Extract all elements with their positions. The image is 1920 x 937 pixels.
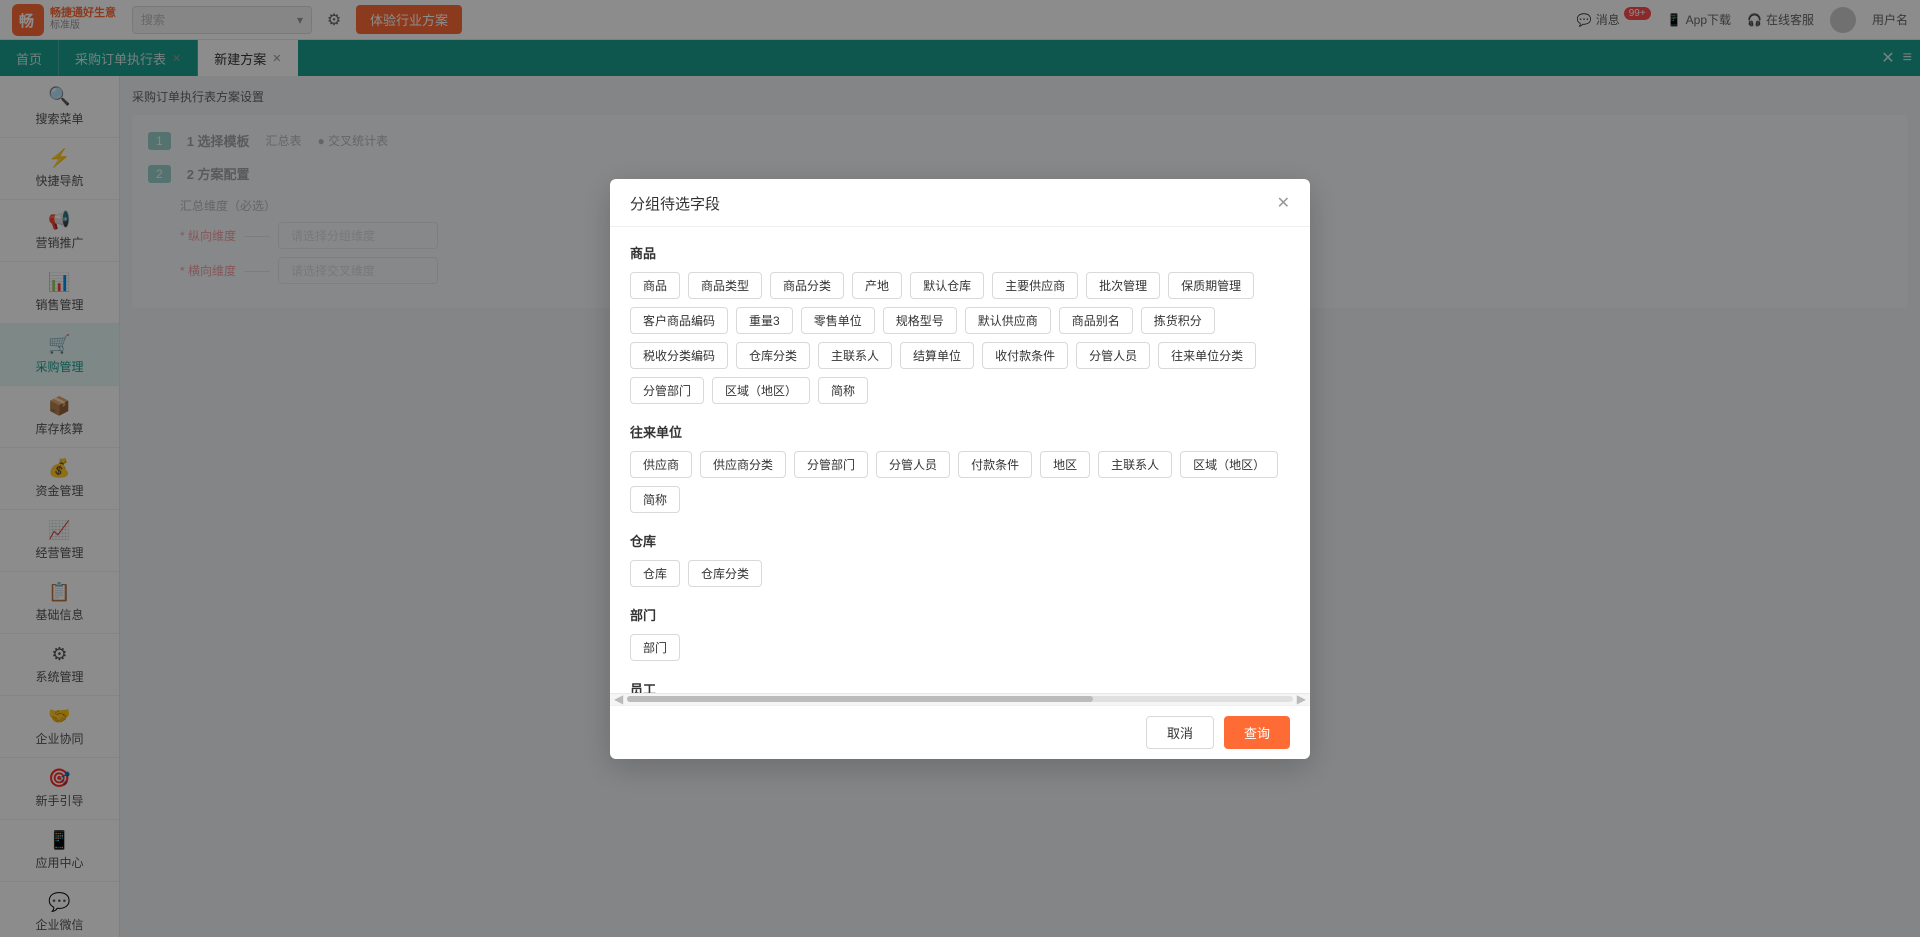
section-partner-title: 往来单位 [630, 422, 1290, 441]
main-layout: 🔍 搜索菜单 ⚡ 快捷导航 📢 营销推广 📊 销售管理 🛒 采购管理 📦 库存核… [0, 76, 1920, 937]
section-employee: 员工 业务员 [630, 679, 1290, 693]
field-tag-retail-unit[interactable]: 零售单位 [801, 307, 875, 334]
modal-horizontal-scrollbar[interactable]: ◀ ▶ [610, 693, 1310, 705]
field-tag-batch-mgmt[interactable]: 批次管理 [1086, 272, 1160, 299]
section-department-title: 部门 [630, 605, 1290, 624]
field-tag-short-name2[interactable]: 简称 [630, 486, 680, 513]
section-goods: 商品 商品 商品类型 商品分类 产地 默认仓库 主要供应商 批次管理 保质期管理… [630, 243, 1290, 404]
section-department-tags: 部门 [630, 634, 1290, 661]
field-tag-payment-cond[interactable]: 付款条件 [958, 451, 1032, 478]
section-goods-tags: 商品 商品类型 商品分类 产地 默认仓库 主要供应商 批次管理 保质期管理 客户… [630, 272, 1290, 404]
field-tag-default-supplier[interactable]: 默认供应商 [965, 307, 1051, 334]
field-tag-goods-type[interactable]: 商品类型 [688, 272, 762, 299]
field-tag-spec-model[interactable]: 规格型号 [883, 307, 957, 334]
modal-title: 分组待选字段 [630, 193, 720, 214]
confirm-button[interactable]: 查询 [1224, 716, 1290, 749]
field-tag-settlement-unit[interactable]: 结算单位 [900, 342, 974, 369]
field-tag-supplier[interactable]: 供应商 [630, 451, 692, 478]
close-icon: ✕ [1277, 195, 1290, 212]
field-tag-main-supplier[interactable]: 主要供应商 [992, 272, 1078, 299]
hscroll-thumb [627, 696, 1093, 702]
field-tag-region2[interactable]: 区域（地区） [1180, 451, 1278, 478]
field-tag-supervisor2[interactable]: 分管人员 [876, 451, 950, 478]
field-tag-region-goods[interactable]: 区域（地区） [712, 377, 810, 404]
modal-footer: 取消 查询 [610, 705, 1310, 759]
modal-close-btn[interactable]: ✕ [1277, 193, 1290, 213]
field-tag-short-name-goods[interactable]: 简称 [818, 377, 868, 404]
field-tag-goods-cat[interactable]: 商品分类 [770, 272, 844, 299]
field-tag-payment-terms[interactable]: 收付款条件 [982, 342, 1068, 369]
field-tag-dept-managed[interactable]: 分管部门 [630, 377, 704, 404]
field-tag-weight3[interactable]: 重量3 [736, 307, 793, 334]
modal-header: 分组待选字段 ✕ [610, 179, 1310, 227]
section-partner-tags: 供应商 供应商分类 分管部门 分管人员 付款条件 地区 主联系人 区域（地区） … [630, 451, 1290, 513]
field-tag-default-warehouse[interactable]: 默认仓库 [910, 272, 984, 299]
field-tag-warehouse[interactable]: 仓库 [630, 560, 680, 587]
modal-overlay: 分组待选字段 ✕ 商品 商品 商品类型 商品分类 产地 默认 [120, 76, 1920, 937]
field-tag-origin[interactable]: 产地 [852, 272, 902, 299]
section-goods-title: 商品 [630, 243, 1290, 262]
modal-field-select: 分组待选字段 ✕ 商品 商品 商品类型 商品分类 产地 默认 [610, 179, 1310, 759]
field-tag-pick-points[interactable]: 拣货积分 [1141, 307, 1215, 334]
content-area: 采购订单执行表方案设置 1 1 选择模板 汇总表 ● 交叉统计表 2 2 方案配… [120, 76, 1920, 937]
modal-body[interactable]: 商品 商品 商品类型 商品分类 产地 默认仓库 主要供应商 批次管理 保质期管理… [610, 227, 1310, 693]
field-tag-warehouse-cat[interactable]: 仓库分类 [736, 342, 810, 369]
field-tag-dept[interactable]: 部门 [630, 634, 680, 661]
section-warehouse-title: 仓库 [630, 531, 1290, 550]
field-tag-dept-managed2[interactable]: 分管部门 [794, 451, 868, 478]
section-department: 部门 部门 [630, 605, 1290, 661]
field-tag-tax-code[interactable]: 税收分类编码 [630, 342, 728, 369]
field-tag-warehouse-cat2[interactable]: 仓库分类 [688, 560, 762, 587]
field-tag-partner-cat[interactable]: 往来单位分类 [1158, 342, 1256, 369]
field-tag-goods[interactable]: 商品 [630, 272, 680, 299]
field-tag-supplier-cat[interactable]: 供应商分类 [700, 451, 786, 478]
field-tag-region-partner[interactable]: 地区 [1040, 451, 1090, 478]
cancel-button[interactable]: 取消 [1146, 716, 1214, 749]
field-tag-supervisor[interactable]: 分管人员 [1076, 342, 1150, 369]
section-warehouse: 仓库 仓库 仓库分类 [630, 531, 1290, 587]
section-warehouse-tags: 仓库 仓库分类 [630, 560, 1290, 587]
field-tag-main-contact[interactable]: 主联系人 [818, 342, 892, 369]
section-partner: 往来单位 供应商 供应商分类 分管部门 分管人员 付款条件 地区 主联系人 区域… [630, 422, 1290, 513]
field-tag-expiry[interactable]: 保质期管理 [1168, 272, 1254, 299]
section-employee-title: 员工 [630, 679, 1290, 693]
field-tag-goods-alias[interactable]: 商品别名 [1059, 307, 1133, 334]
field-tag-main-contact2[interactable]: 主联系人 [1098, 451, 1172, 478]
field-tag-customer-code[interactable]: 客户商品编码 [630, 307, 728, 334]
